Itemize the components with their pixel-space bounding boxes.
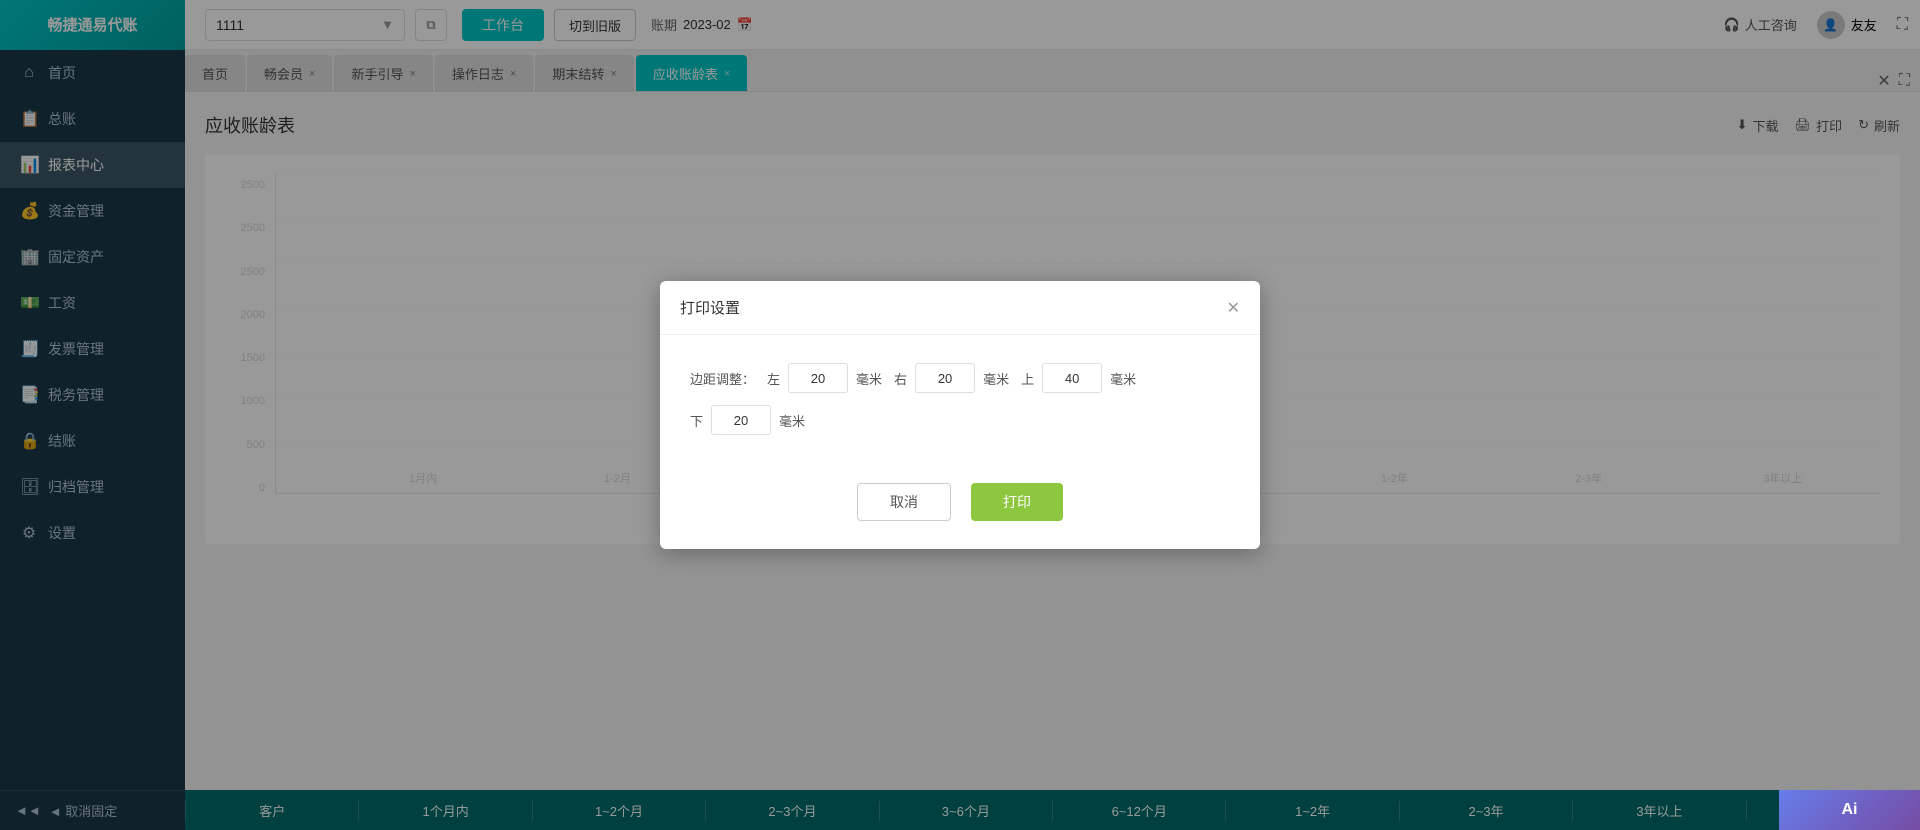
left-margin-input[interactable]	[788, 363, 848, 393]
dialog-close-button[interactable]: ✕	[1227, 298, 1240, 318]
bottom-unit: 毫米	[779, 411, 805, 430]
dialog-body: 边距调整： 左 毫米 右 毫米 上 毫米 下	[660, 335, 1260, 463]
top-margin-input[interactable]	[1042, 363, 1102, 393]
modal-overlay: 打印设置 ✕ 边距调整： 左 毫米 右 毫米 上 毫米	[0, 0, 1920, 830]
bottom-margin-input[interactable]	[711, 405, 771, 435]
right-label: 右	[894, 369, 907, 388]
margin-label: 边距调整：	[690, 369, 755, 388]
dialog-header: 打印设置 ✕	[660, 281, 1260, 335]
left-label: 左	[767, 369, 780, 388]
right-margin-group: 右 毫米	[894, 363, 1009, 393]
left-margin-group: 左 毫米	[767, 363, 882, 393]
bottom-margin-group: 下 毫米	[690, 405, 805, 435]
print-confirm-button[interactable]: 打印	[971, 483, 1063, 521]
top-margin-group: 上 毫米	[1021, 363, 1136, 393]
bottom-label: 下	[690, 411, 703, 430]
right-unit: 毫米	[983, 369, 1009, 388]
print-settings-dialog: 打印设置 ✕ 边距调整： 左 毫米 右 毫米 上 毫米	[660, 281, 1260, 549]
top-label: 上	[1021, 369, 1034, 388]
ai-badge[interactable]: Ai	[1779, 790, 1920, 830]
dialog-footer: 取消 打印	[660, 463, 1260, 549]
dialog-title: 打印设置	[680, 297, 740, 318]
margin-form-row: 边距调整： 左 毫米 右 毫米 上 毫米 下	[690, 363, 1230, 435]
right-margin-input[interactable]	[915, 363, 975, 393]
top-unit: 毫米	[1110, 369, 1136, 388]
cancel-button[interactable]: 取消	[857, 483, 951, 521]
left-unit: 毫米	[856, 369, 882, 388]
ai-label: Ai	[1842, 801, 1858, 819]
